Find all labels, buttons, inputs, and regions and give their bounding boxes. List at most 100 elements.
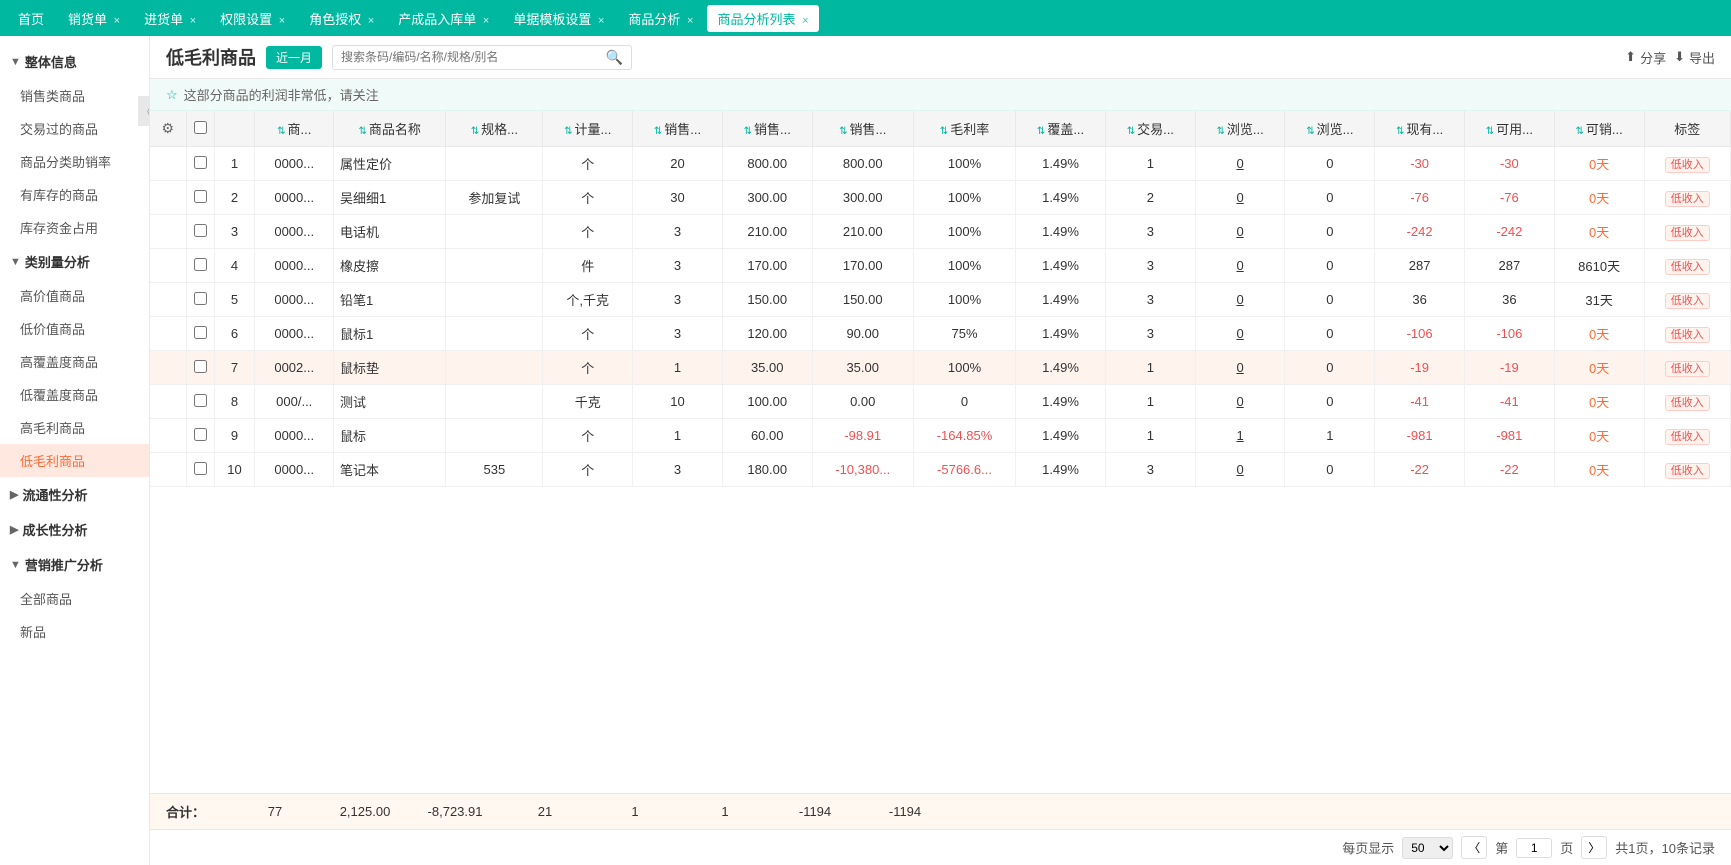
select-all-checkbox[interactable] [194,121,207,134]
prev-page-button[interactable]: 〈 [1461,836,1487,859]
th-stock[interactable]: ⇅现有... [1375,111,1465,147]
sidebar-collapse-btn[interactable]: 《 [138,96,150,126]
cell-settings-4[interactable] [150,283,186,317]
cell-checkbox-6[interactable] [186,351,214,385]
browse1-link-9[interactable]: 0 [1236,462,1243,477]
browse1-link-0[interactable]: 0 [1236,156,1243,171]
filter-recent-month-button[interactable]: 近一月 [266,46,322,69]
row-checkbox-5[interactable] [194,326,207,339]
sidebar-section-category[interactable]: ▼ 类别量分析 [0,244,149,279]
cell-browse1-8[interactable]: 1 [1195,419,1285,453]
sidebar-item-category-rate[interactable]: 商品分类助销率 [0,145,149,178]
sidebar-item-traded-products[interactable]: 交易过的商品 [0,112,149,145]
nav-product-analysis-close[interactable]: × [687,15,693,27]
cell-checkbox-8[interactable] [186,419,214,453]
cell-settings-7[interactable] [150,385,186,419]
browse1-link-5[interactable]: 0 [1236,326,1243,341]
per-page-select[interactable]: 50 20 100 [1402,837,1453,859]
sidebar-item-new-products[interactable]: 新品 [0,615,149,648]
th-sale-qty[interactable]: ⇅销售... [633,111,723,147]
th-avail[interactable]: ⇅可用... [1464,111,1554,147]
sidebar-item-low-coverage[interactable]: 低覆盖度商品 [0,378,149,411]
nav-permission-close[interactable]: × [279,15,285,27]
sidebar-section-circulation[interactable]: ▶ 流通性分析 [0,477,149,512]
th-browse1[interactable]: ⇅浏览... [1195,111,1285,147]
cell-name-1[interactable]: 吴细细1 [334,181,446,215]
cell-settings-0[interactable] [150,147,186,181]
nav-purchase[interactable]: 进货单 × [134,5,206,32]
cell-name-5[interactable]: 鼠标1 [334,317,446,351]
th-salable[interactable]: ⇅可销... [1554,111,1644,147]
row-checkbox-3[interactable] [194,258,207,271]
sidebar-item-high-margin[interactable]: 高毛利商品 [0,411,149,444]
cell-settings-6[interactable] [150,351,186,385]
nav-template[interactable]: 单据模板设置 × [503,5,614,32]
cell-browse1-6[interactable]: 0 [1195,351,1285,385]
cell-settings-8[interactable] [150,419,186,453]
cell-checkbox-1[interactable] [186,181,214,215]
row-checkbox-2[interactable] [194,224,207,237]
cell-checkbox-2[interactable] [186,215,214,249]
th-checkbox[interactable] [186,111,214,147]
cell-settings-3[interactable] [150,249,186,283]
browse1-link-1[interactable]: 0 [1236,190,1243,205]
sidebar-item-sales-products[interactable]: 销售类商品 [0,79,149,112]
th-code[interactable]: ⇅商... [255,111,334,147]
row-checkbox-8[interactable] [194,428,207,441]
cell-checkbox-3[interactable] [186,249,214,283]
th-name[interactable]: ⇅商品名称 [334,111,446,147]
th-unit[interactable]: ⇅计量... [543,111,633,147]
th-profit-rate[interactable]: ⇅毛利率 [913,111,1015,147]
next-page-button[interactable]: 〉 [1581,836,1607,859]
sidebar-section-marketing[interactable]: ▼ 营销推广分析 [0,547,149,582]
cell-browse1-1[interactable]: 0 [1195,181,1285,215]
cell-checkbox-5[interactable] [186,317,214,351]
sidebar-item-high-value[interactable]: 高价值商品 [0,279,149,312]
cell-browse1-2[interactable]: 0 [1195,215,1285,249]
row-checkbox-7[interactable] [194,394,207,407]
cell-settings-2[interactable] [150,215,186,249]
nav-role[interactable]: 角色授权 × [299,5,384,32]
cell-checkbox-4[interactable] [186,283,214,317]
nav-product-analysis-list-close[interactable]: × [802,15,808,27]
row-checkbox-9[interactable] [194,462,207,475]
row-checkbox-4[interactable] [194,292,207,305]
nav-product-analysis-list[interactable]: 商品分析列表 × [707,5,818,32]
browse1-link-2[interactable]: 0 [1236,224,1243,239]
cell-checkbox-7[interactable] [186,385,214,419]
th-spec[interactable]: ⇅规格... [446,111,543,147]
browse1-link-6[interactable]: 0 [1236,360,1243,375]
browse1-link-7[interactable]: 0 [1236,394,1243,409]
cell-name-0[interactable]: 属性定价 [334,147,446,181]
cell-browse1-3[interactable]: 0 [1195,249,1285,283]
row-checkbox-6[interactable] [194,360,207,373]
nav-sales[interactable]: 销货单 × [58,5,130,32]
sidebar-section-growth[interactable]: ▶ 成长性分析 [0,512,149,547]
browse1-link-4[interactable]: 0 [1236,292,1243,307]
cell-name-2[interactable]: 电话机 [334,215,446,249]
sidebar-item-instock-products[interactable]: 有库存的商品 [0,178,149,211]
nav-product-analysis[interactable]: 商品分析 × [618,5,703,32]
cell-name-7[interactable]: 测试 [334,385,446,419]
cell-settings-1[interactable] [150,181,186,215]
nav-product-entry-close[interactable]: × [483,15,489,27]
search-input[interactable] [341,50,601,64]
cell-name-9[interactable]: 笔记本 [334,453,446,487]
th-sale-amt[interactable]: ⇅销售... [722,111,812,147]
sidebar-item-inventory-capital[interactable]: 库存资金占用 [0,211,149,244]
row-checkbox-1[interactable] [194,190,207,203]
settings-icon[interactable]: ⚙ [161,120,174,136]
th-tag[interactable]: 标签 [1644,111,1730,147]
sidebar-item-low-value[interactable]: 低价值商品 [0,312,149,345]
sidebar-item-high-coverage[interactable]: 高覆盖度商品 [0,345,149,378]
cell-browse1-7[interactable]: 0 [1195,385,1285,419]
nav-purchase-close[interactable]: × [190,15,196,27]
nav-product-entry[interactable]: 产成品入库单 × [388,5,499,32]
export-button[interactable]: ⬇ 导出 [1674,48,1715,67]
th-browse2[interactable]: ⇅浏览... [1285,111,1375,147]
cell-checkbox-9[interactable] [186,453,214,487]
cell-name-3[interactable]: 橡皮擦 [334,249,446,283]
browse1-link-3[interactable]: 0 [1236,258,1243,273]
th-coverage[interactable]: ⇅覆盖... [1016,111,1106,147]
sidebar-item-all-products[interactable]: 全部商品 [0,582,149,615]
